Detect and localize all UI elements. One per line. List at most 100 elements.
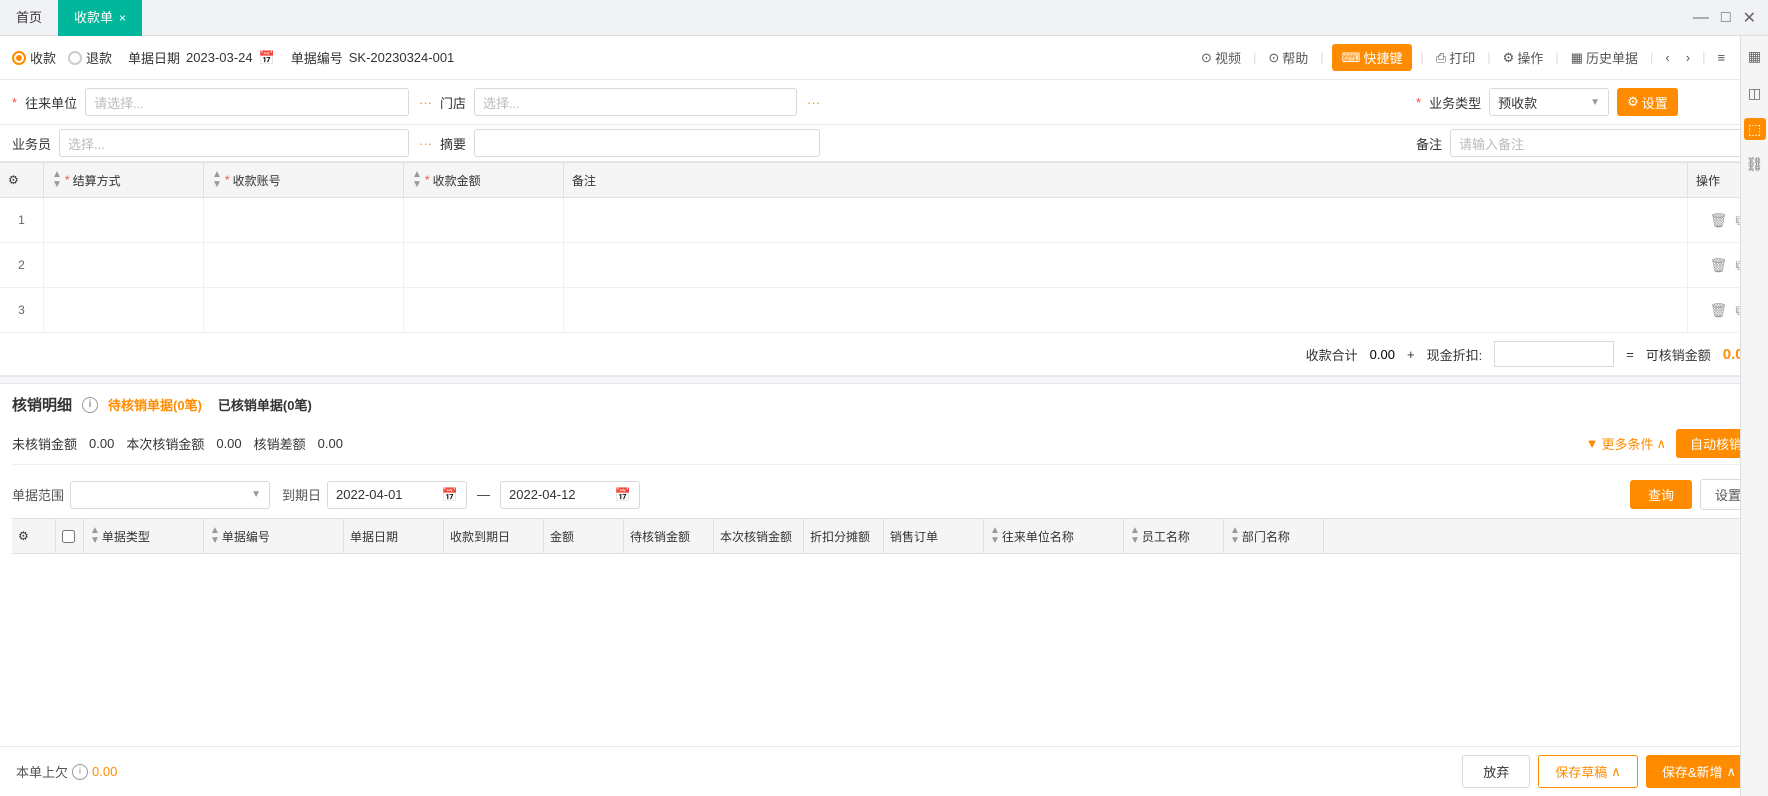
row3-amount[interactable] xyxy=(404,288,564,332)
radio-refund[interactable]: 退款 xyxy=(68,48,112,67)
info-circle-icon[interactable]: i xyxy=(72,764,88,780)
grid-settings-col[interactable]: ⚙ xyxy=(0,163,44,197)
store-input[interactable]: 选择... xyxy=(474,88,797,116)
doc-num-label: 单据编号 xyxy=(291,48,343,67)
row3-account[interactable] xyxy=(204,288,404,332)
help-btn[interactable]: ⊙ 帮助 xyxy=(1264,46,1312,69)
delete-icon[interactable]: 🗑 xyxy=(1710,257,1728,274)
grid-col-account: ▲▼ * 收款账号 xyxy=(204,163,404,197)
tab-receipt[interactable]: 收款单 × xyxy=(58,0,142,36)
dgh-gear-icon[interactable]: ⚙ xyxy=(18,529,29,543)
close-window-icon[interactable]: ✕ xyxy=(1739,6,1760,30)
store-field: 门店 选择... ··· xyxy=(440,88,820,116)
grid-gear-icon[interactable]: ⚙ xyxy=(8,173,19,187)
panel-icon-3[interactable]: ⬚ xyxy=(1744,118,1766,140)
due-date-start-input[interactable]: 2022-04-01 📅 xyxy=(327,481,467,509)
panel-icon-2[interactable]: ◫ xyxy=(1744,81,1765,106)
bottom-bar: 本单上欠 i 0.00 放弃 保存草稿 ∧ 保存&新增 ∧ xyxy=(0,746,1768,796)
counterparty-more-icon[interactable]: ··· xyxy=(419,95,432,110)
history-icon: ▦ xyxy=(1571,50,1583,66)
salesperson-input[interactable]: 选择... xyxy=(59,129,409,157)
dgh-amount: 金额 xyxy=(544,519,624,553)
tab-bar: 首页 收款单 × — □ ✕ xyxy=(0,0,1768,36)
toolbar-actions: ⊙ 视频 | ⊙ 帮助 | ⌨ 快捷键 | ⎙ 打印 | ⚙ 操作 | xyxy=(1197,44,1756,71)
maximize-icon[interactable]: □ xyxy=(1717,7,1735,29)
panel-icon-1[interactable]: ▦ xyxy=(1744,44,1765,69)
save-draft-chevron-icon: ∧ xyxy=(1611,764,1621,780)
row1-account[interactable] xyxy=(204,198,404,242)
done-tab[interactable]: 已核销单据(0笔) xyxy=(218,395,312,414)
salesperson-more-icon[interactable]: ··· xyxy=(419,136,432,151)
grid-col-settlement: ▲▼ * 结算方式 xyxy=(44,163,204,197)
abstract-input[interactable] xyxy=(474,129,820,157)
store-label: 门店 xyxy=(440,93,466,112)
due-date-param: 到期日 2022-04-01 📅 — 2022-04-12 📅 xyxy=(282,481,640,509)
delete-icon[interactable]: 🗑 xyxy=(1710,302,1728,319)
panel-icon-4[interactable]: ⛓ xyxy=(1742,152,1768,177)
shortcut-btn[interactable]: ⌨ 快捷键 xyxy=(1332,44,1413,71)
equals-sign: = xyxy=(1626,347,1634,362)
radio-refund-label: 退款 xyxy=(86,48,112,67)
table-row: 3 🗑 ⧉ xyxy=(0,288,1768,333)
data-grid-2-header: ⚙ ▲▼ 单据类型 ▲▼ 单据编号 单据日期 收款到期日 金额 待核销金额 本次… xyxy=(12,518,1756,554)
radio-receipt[interactable]: 收款 xyxy=(12,48,56,67)
row3-settlement[interactable] xyxy=(44,288,204,332)
info-icon[interactable]: i xyxy=(82,397,98,413)
dgh-counterparty: ▲▼ 往来单位名称 xyxy=(984,519,1124,553)
due-date-end-input[interactable]: 2022-04-12 📅 xyxy=(500,481,640,509)
nav-left-btn[interactable]: ‹ xyxy=(1661,48,1673,67)
video-btn[interactable]: ⊙ 视频 xyxy=(1197,46,1245,69)
remarks-input[interactable]: 请输入备注 xyxy=(1450,129,1756,157)
plus-sign: + xyxy=(1407,347,1415,362)
keyboard-icon: ⌨ xyxy=(1342,50,1361,66)
list-view-btn[interactable]: ≡ xyxy=(1714,48,1730,67)
form-section-2: 业务员 选择... ··· 摘要 备注 请输入备注 xyxy=(0,125,1768,162)
business-type-select[interactable]: 预收款 ▼ xyxy=(1489,88,1609,116)
row3-remarks[interactable] xyxy=(564,288,1688,332)
dgh-checkbox-col[interactable] xyxy=(56,519,84,553)
discount-input[interactable] xyxy=(1494,341,1614,367)
range-dropdown[interactable]: ▼ xyxy=(70,481,270,509)
doc-date-value[interactable]: 2023-03-24 xyxy=(186,50,253,65)
receipt-type-radio: 收款 退款 xyxy=(12,48,112,67)
dgh-settings[interactable]: ⚙ xyxy=(12,519,56,553)
delete-icon[interactable]: 🗑 xyxy=(1710,212,1728,229)
row2-account[interactable] xyxy=(204,243,404,287)
print-btn[interactable]: ⎙ 打印 xyxy=(1432,46,1479,69)
right-panel: ▦ ◫ ⬚ ⛓ xyxy=(1740,36,1768,796)
reconcile-section: 核销明细 i 待核销单据(0笔) 已核销单据(0笔) 未核销金额 0.00 本次… xyxy=(0,384,1768,564)
row1-remarks[interactable] xyxy=(564,198,1688,242)
nav-right-btn[interactable]: › xyxy=(1682,48,1694,67)
more-conditions-btn[interactable]: ▼ 更多条件 ∧ xyxy=(1586,434,1666,453)
row2-remarks[interactable] xyxy=(564,243,1688,287)
abandon-btn[interactable]: 放弃 xyxy=(1462,755,1530,788)
query-btn[interactable]: 查询 xyxy=(1630,480,1692,509)
minimize-icon[interactable]: — xyxy=(1689,7,1713,29)
store-more-icon[interactable]: ··· xyxy=(807,95,820,110)
doc-num-value[interactable]: SK-20230324-001 xyxy=(349,50,455,65)
counterparty-input[interactable]: 请选择... xyxy=(85,88,409,116)
grid-header: ⚙ ▲▼ * 结算方式 ▲▼ * 收款账号 ▲▼ * 收款金额 备注 操作 xyxy=(0,162,1768,198)
row2-amount[interactable] xyxy=(404,243,564,287)
save-draft-btn[interactable]: 保存草稿 ∧ xyxy=(1538,755,1638,788)
bottom-info: 本单上欠 i 0.00 xyxy=(16,762,117,781)
tab-close-icon[interactable]: × xyxy=(119,0,126,36)
range-label: 单据范围 xyxy=(12,485,64,504)
grid-col-amount: ▲▼ * 收款金额 xyxy=(404,163,564,197)
pending-tab[interactable]: 待核销单据(0笔) xyxy=(108,395,202,414)
row1-settlement[interactable] xyxy=(44,198,204,242)
operation-btn[interactable]: ⚙ 操作 xyxy=(1499,46,1548,69)
save-new-btn[interactable]: 保存&新增 ∧ xyxy=(1646,755,1752,788)
tab-home[interactable]: 首页 xyxy=(0,0,58,36)
history-btn[interactable]: ▦ 历史单据 xyxy=(1567,46,1642,69)
settings-button[interactable]: ⚙ 设置 xyxy=(1617,88,1678,116)
select-all-checkbox[interactable] xyxy=(62,530,75,543)
dgh-current-amount: 本次核销金额 xyxy=(714,519,804,553)
dgh-receipt-due: 收款到期日 xyxy=(444,519,544,553)
row1-amount[interactable] xyxy=(404,198,564,242)
current-due-label: 本单上欠 xyxy=(16,762,68,781)
table-row: 2 🗑 ⧉ xyxy=(0,243,1768,288)
row2-settlement[interactable] xyxy=(44,243,204,287)
calendar-icon[interactable]: 📅 xyxy=(259,50,275,66)
dgh-sales-order: 销售订单 xyxy=(884,519,984,553)
